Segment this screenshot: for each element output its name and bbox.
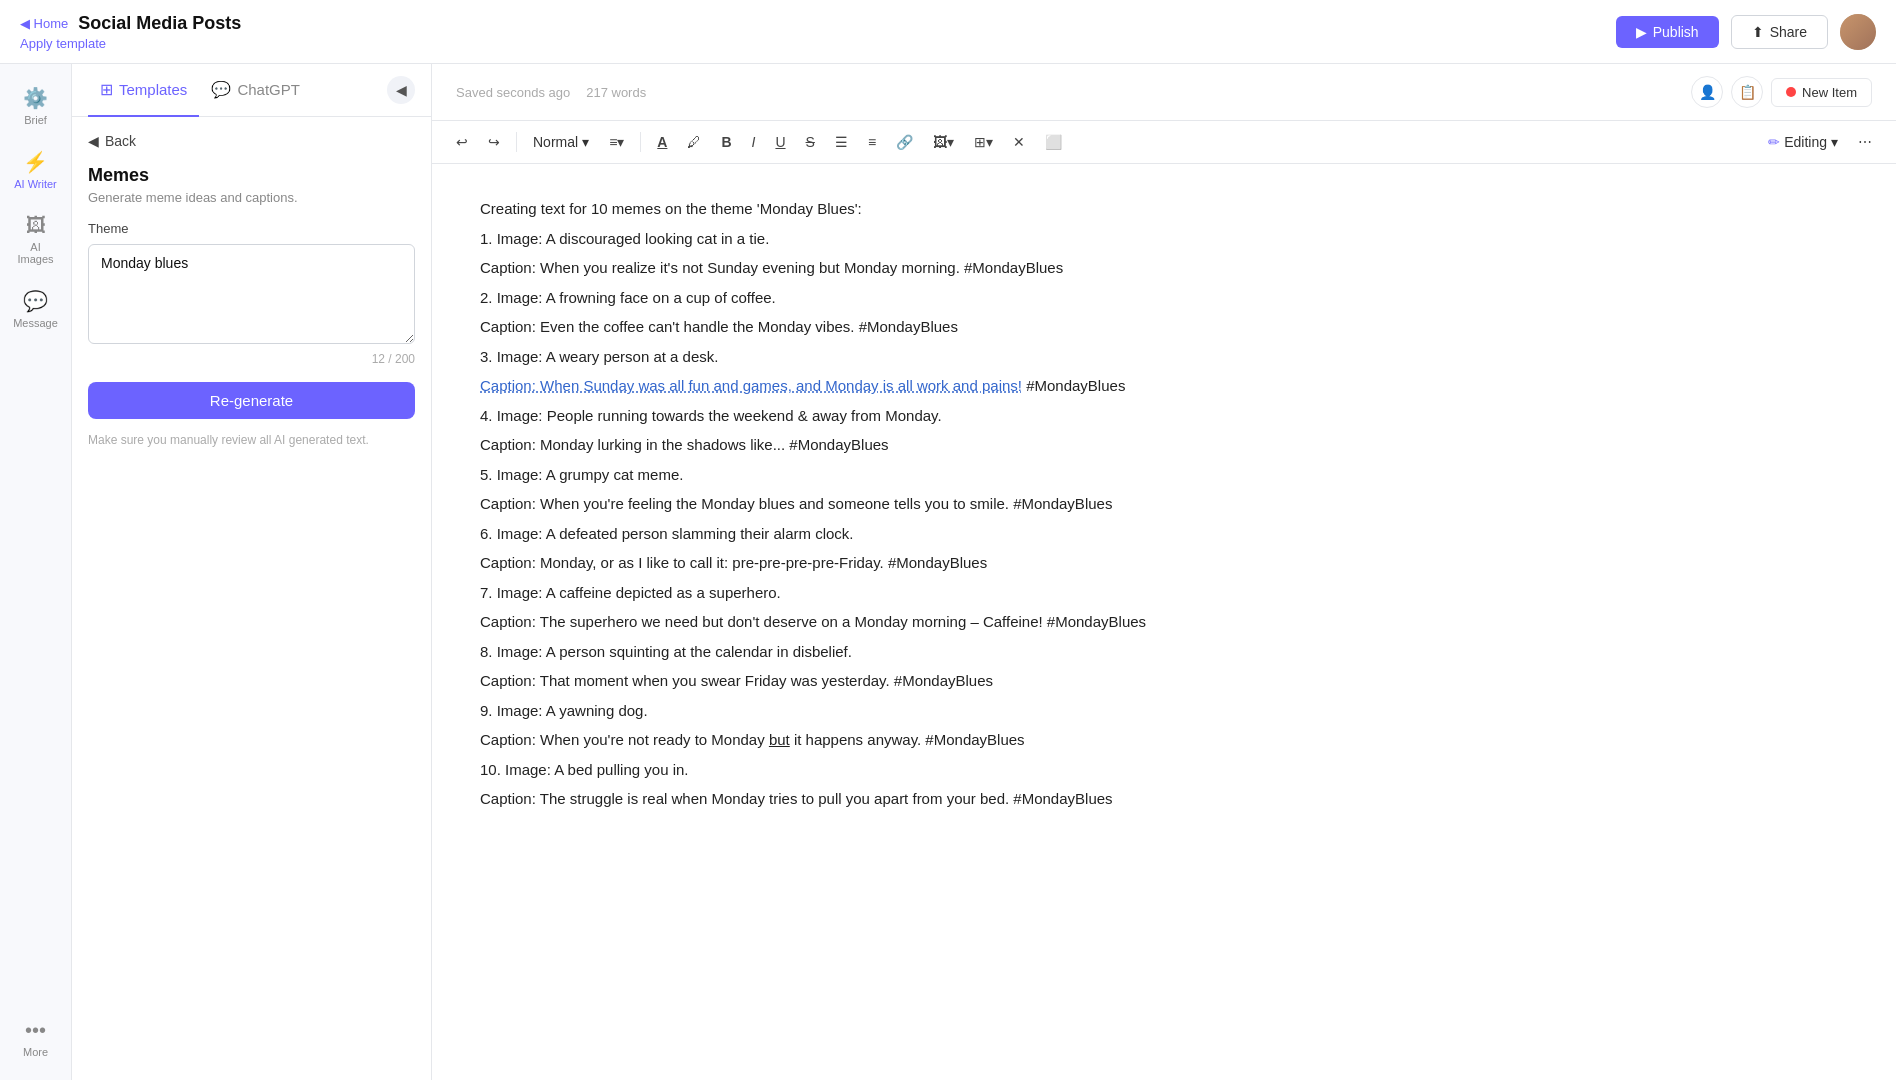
editor-meta: Saved seconds ago 217 words bbox=[456, 85, 646, 100]
sidebar-item-more[interactable]: ••• More bbox=[6, 1009, 66, 1068]
content-line-14: 7. Image: A caffeine depicted as a super… bbox=[480, 580, 1848, 606]
sidebar-item-brief[interactable]: ⚙️ Brief bbox=[6, 76, 66, 136]
bold-button[interactable]: B bbox=[713, 129, 739, 155]
header-right: ▶ Publish ⬆ Share bbox=[1616, 14, 1876, 50]
text-style-dropdown[interactable]: Normal ▾ bbox=[525, 129, 597, 155]
editor-topbar: Saved seconds ago 217 words 👤 📋 New Item bbox=[432, 64, 1896, 121]
content-line-10: 5. Image: A grumpy cat meme. bbox=[480, 462, 1848, 488]
tab-templates[interactable]: ⊞ Templates bbox=[88, 64, 199, 117]
more-options-button[interactable]: ⬜ bbox=[1037, 129, 1070, 155]
chevron-down-icon: ▾ bbox=[582, 134, 589, 150]
toolbar-separator-1 bbox=[516, 132, 517, 152]
underline-button[interactable]: U bbox=[767, 129, 793, 155]
char-count: 12 / 200 bbox=[88, 352, 415, 366]
tab-chatgpt[interactable]: 💬 ChatGPT bbox=[199, 64, 312, 117]
clear-format-button[interactable]: ✕ bbox=[1005, 129, 1033, 155]
apply-template-link[interactable]: Apply template bbox=[20, 36, 241, 51]
content-line-1: Creating text for 10 memes on the theme … bbox=[480, 196, 1848, 222]
content-line-4: 2. Image: A frowning face on a cup of co… bbox=[480, 285, 1848, 311]
editor-content[interactable]: Creating text for 10 memes on the theme … bbox=[432, 164, 1896, 1080]
avatar[interactable] bbox=[1840, 14, 1876, 50]
saved-status: Saved seconds ago bbox=[456, 85, 570, 100]
ai-disclaimer: Make sure you manually review all AI gen… bbox=[88, 431, 415, 449]
panel-sidebar: ⊞ Templates 💬 ChatGPT ◀ ◀ Back Memes Gen… bbox=[72, 64, 432, 1080]
content-line-12: 6. Image: A defeated person slamming the… bbox=[480, 521, 1848, 547]
copy-action-button[interactable]: 📋 bbox=[1731, 76, 1763, 108]
header-left: ◀ Home Social Media Posts Apply template bbox=[20, 13, 241, 51]
icon-sidebar: ⚙️ Brief ⚡ AI Writer 🖼 AI Images 💬 Messa… bbox=[0, 64, 72, 1080]
content-line-21: Caption: The struggle is real when Monda… bbox=[480, 786, 1848, 812]
content-line-8: 4. Image: People running towards the wee… bbox=[480, 403, 1848, 429]
panel-section-desc: Generate meme ideas and captions. bbox=[88, 190, 415, 205]
home-link[interactable]: ◀ Home bbox=[20, 16, 68, 31]
editor-area: Saved seconds ago 217 words 👤 📋 New Item… bbox=[432, 64, 1896, 1080]
undo-button[interactable]: ↩ bbox=[448, 129, 476, 155]
editing-chevron-down-icon: ▾ bbox=[1831, 134, 1838, 150]
editor-toolbar: ↩ ↪ Normal ▾ ≡▾ A 🖊 B I U S ☰ ≡ 🔗 🖼▾ ⊞▾ … bbox=[432, 121, 1896, 164]
toolbar-separator-2 bbox=[640, 132, 641, 152]
underlined-caption: Caption: When Sunday was all fun and gam… bbox=[480, 377, 1022, 394]
align-button[interactable]: ≡▾ bbox=[601, 129, 632, 155]
content-line-2: 1. Image: A discouraged looking cat in a… bbox=[480, 226, 1848, 252]
strikethrough-button[interactable]: S bbox=[798, 129, 823, 155]
more-toolbar-button[interactable]: ⋯ bbox=[1850, 129, 1880, 155]
theme-textarea[interactable]: Monday blues bbox=[88, 244, 415, 344]
theme-label: Theme bbox=[88, 221, 415, 236]
highlight-button[interactable]: 🖊 bbox=[679, 129, 709, 155]
sidebar-item-message[interactable]: 💬 Message bbox=[6, 279, 66, 339]
content-line-19: Caption: When you're not ready to Monday… bbox=[480, 727, 1848, 753]
content-line-13: Caption: Monday, or as I like to call it… bbox=[480, 550, 1848, 576]
editing-mode-dropdown[interactable]: ✏ Editing ▾ bbox=[1760, 129, 1846, 155]
but-underline: but bbox=[769, 731, 790, 748]
text-color-button[interactable]: A bbox=[649, 129, 675, 155]
user-action-button[interactable]: 👤 bbox=[1691, 76, 1723, 108]
content-line-9: Caption: Monday lurking in the shadows l… bbox=[480, 432, 1848, 458]
pencil-icon: ✏ bbox=[1768, 134, 1780, 150]
content-line-16: 8. Image: A person squinting at the cale… bbox=[480, 639, 1848, 665]
share-icon: ⬆ bbox=[1752, 24, 1764, 40]
content-line-11: Caption: When you're feeling the Monday … bbox=[480, 491, 1848, 517]
top-header: ◀ Home Social Media Posts Apply template… bbox=[0, 0, 1896, 64]
new-item-dot bbox=[1786, 87, 1796, 97]
ai-images-icon: 🖼 bbox=[26, 214, 46, 237]
image-button[interactable]: 🖼▾ bbox=[925, 129, 962, 155]
redo-button[interactable]: ↪ bbox=[480, 129, 508, 155]
regenerate-button[interactable]: Re-generate bbox=[88, 382, 415, 419]
new-item-button[interactable]: New Item bbox=[1771, 78, 1872, 107]
back-button[interactable]: ◀ Back bbox=[88, 133, 415, 149]
message-icon: 💬 bbox=[23, 289, 48, 313]
content-line-5: Caption: Even the coffee can't handle th… bbox=[480, 314, 1848, 340]
main-layout: ⚙️ Brief ⚡ AI Writer 🖼 AI Images 💬 Messa… bbox=[0, 64, 1896, 1080]
content-line-20: 10. Image: A bed pulling you in. bbox=[480, 757, 1848, 783]
panel-content: ◀ Back Memes Generate meme ideas and cap… bbox=[72, 117, 431, 1080]
bullet-list-button[interactable]: ☰ bbox=[827, 129, 856, 155]
collapse-panel-button[interactable]: ◀ bbox=[387, 76, 415, 104]
content-line-7: Caption: When Sunday was all fun and gam… bbox=[480, 373, 1848, 399]
ai-writer-icon: ⚡ bbox=[23, 150, 48, 174]
content-line-6: 3. Image: A weary person at a desk. bbox=[480, 344, 1848, 370]
italic-button[interactable]: I bbox=[744, 129, 764, 155]
brief-icon: ⚙️ bbox=[23, 86, 48, 110]
page-title: Social Media Posts bbox=[78, 13, 241, 34]
sidebar-item-ai-writer[interactable]: ⚡ AI Writer bbox=[6, 140, 66, 200]
editor-actions: 👤 📋 New Item bbox=[1691, 76, 1872, 108]
ordered-list-button[interactable]: ≡ bbox=[860, 129, 884, 155]
content-line-17: Caption: That moment when you swear Frid… bbox=[480, 668, 1848, 694]
chatgpt-icon: 💬 bbox=[211, 80, 231, 99]
panel-section-title: Memes bbox=[88, 165, 415, 186]
content-line-18: 9. Image: A yawning dog. bbox=[480, 698, 1848, 724]
link-button[interactable]: 🔗 bbox=[888, 129, 921, 155]
table-button[interactable]: ⊞▾ bbox=[966, 129, 1001, 155]
back-icon: ◀ bbox=[88, 133, 99, 149]
templates-icon: ⊞ bbox=[100, 80, 113, 99]
sidebar-item-ai-images[interactable]: 🖼 AI Images bbox=[6, 204, 66, 275]
more-icon: ••• bbox=[25, 1019, 46, 1042]
publish-button[interactable]: ▶ Publish bbox=[1616, 16, 1719, 48]
share-button[interactable]: ⬆ Share bbox=[1731, 15, 1828, 49]
content-line-15: Caption: The superhero we need but don't… bbox=[480, 609, 1848, 635]
word-count: 217 words bbox=[586, 85, 646, 100]
panel-tabs: ⊞ Templates 💬 ChatGPT ◀ bbox=[72, 64, 431, 117]
content-line-3: Caption: When you realize it's not Sunda… bbox=[480, 255, 1848, 281]
publish-icon: ▶ bbox=[1636, 24, 1647, 40]
